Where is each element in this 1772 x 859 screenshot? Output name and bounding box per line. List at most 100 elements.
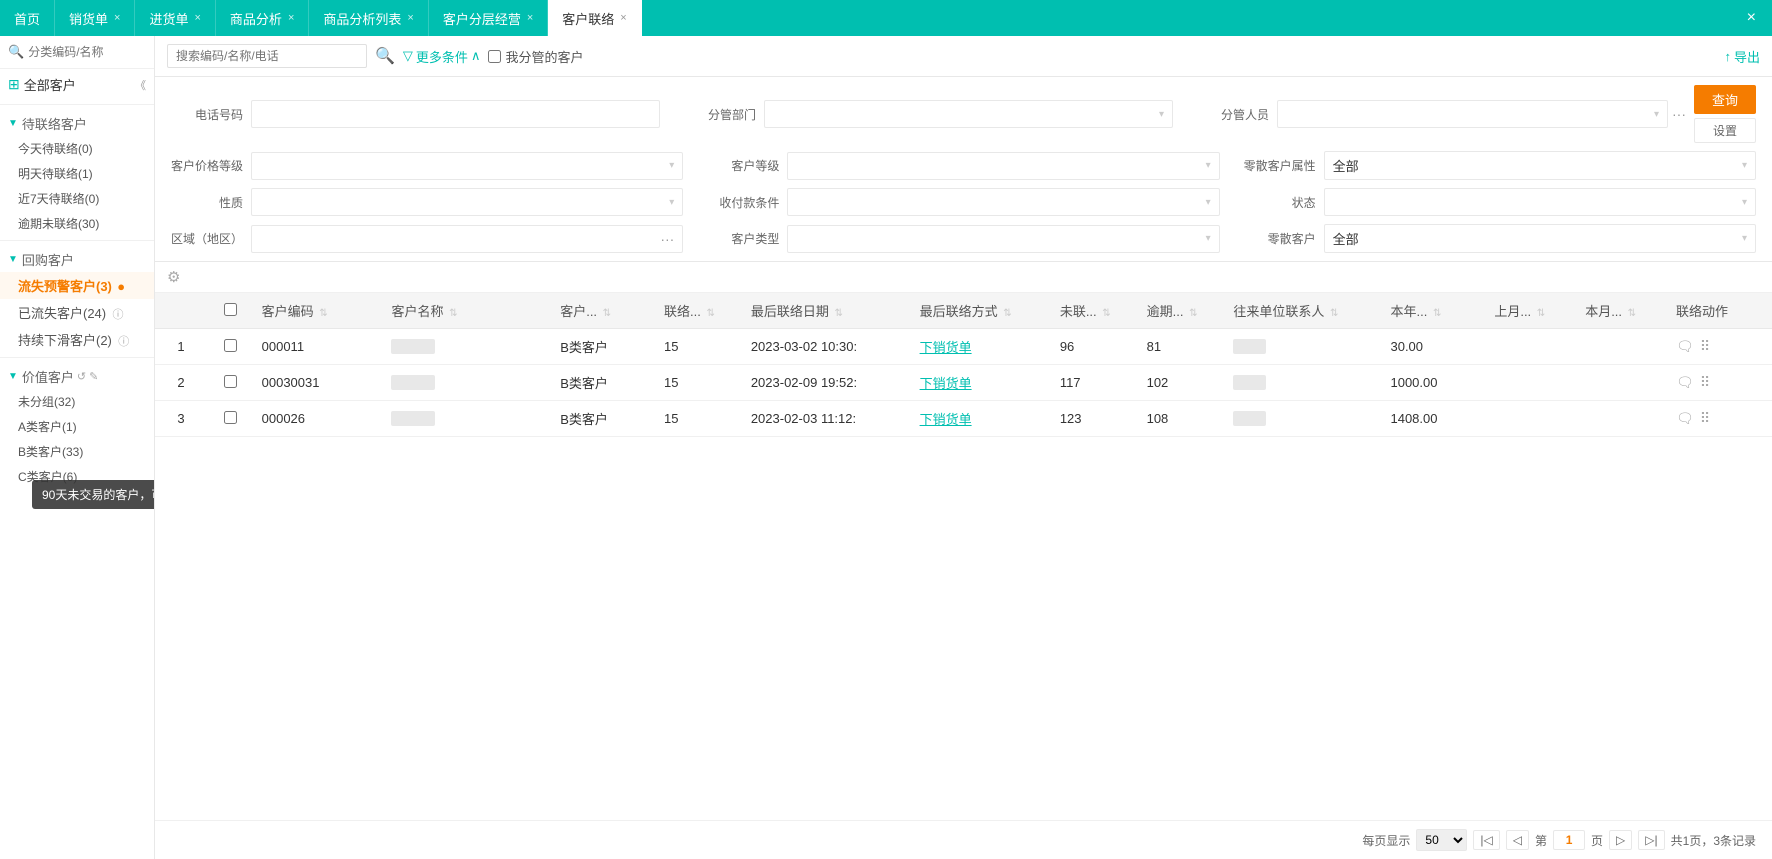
sidebar-all-customers[interactable]: ⊞ 全部客户 《 — [0, 69, 154, 100]
row-1-method-link[interactable]: 下销货单 — [920, 340, 972, 355]
col-header-last-method[interactable]: 最后联络方式 ⇅ — [912, 293, 1052, 329]
col-header-contact[interactable]: 联络... ⇅ — [656, 293, 743, 329]
tab-product-analysis-close[interactable]: × — [288, 12, 294, 24]
price-level-select[interactable]: ▾ — [251, 152, 683, 180]
row-2-more-icon[interactable]: ⠿ — [1700, 374, 1710, 391]
info-icon-churned[interactable]: ⓘ — [112, 309, 123, 321]
search-button[interactable]: 🔍 — [375, 46, 395, 66]
tab-customer-contact[interactable]: 客户联络 × — [548, 0, 641, 36]
tab-sales-close[interactable]: × — [114, 12, 120, 24]
sidebar-group-pending[interactable]: ▼ 待联络客户 — [0, 109, 154, 136]
row-1-last-method[interactable]: 下销货单 — [912, 329, 1052, 365]
query-button[interactable]: 查询 — [1694, 85, 1756, 114]
sidebar-item-today[interactable]: 今天待联络(0) — [0, 136, 154, 161]
tab-product-analysis[interactable]: 商品分析 × — [216, 0, 309, 36]
col-header-last-month[interactable]: 上月... ⇅ — [1486, 293, 1577, 329]
export-button[interactable]: ↑ 导出 — [1724, 47, 1760, 66]
region-select[interactable]: ··· — [251, 225, 683, 253]
last-page-btn[interactable]: ▷| — [1638, 830, 1664, 850]
row-3-last-method[interactable]: 下销货单 — [912, 401, 1052, 437]
sidebar-item-class-a[interactable]: A类客户(1) — [0, 414, 154, 439]
my-customers-checkbox[interactable] — [488, 50, 501, 63]
col-header-checkbox[interactable] — [207, 293, 254, 329]
table-container[interactable]: 客户编码 ⇅ 客户名称 ⇅ 客户... ⇅ 联络... — [155, 293, 1772, 820]
search-input[interactable] — [167, 44, 367, 68]
region-ellipsis[interactable]: ··· — [660, 231, 674, 247]
first-page-btn[interactable]: |◁ — [1473, 830, 1499, 850]
sidebar-item-class-b[interactable]: B类客户(33) — [0, 439, 154, 464]
dept-select[interactable]: ▾ — [764, 100, 1173, 128]
col-name-label: 客户名称 — [391, 304, 443, 319]
info-icon-declining[interactable]: ⓘ — [118, 336, 129, 348]
col-header-not-contact[interactable]: 未联... ⇅ — [1052, 293, 1139, 329]
row-1-check[interactable] — [224, 339, 237, 352]
payment-select[interactable]: ▾ — [787, 188, 1219, 216]
customer-type-select[interactable]: ▾ — [787, 225, 1219, 253]
gear-icon[interactable]: ⚙ — [167, 268, 180, 286]
tab-product-list[interactable]: 商品分析列表 × — [309, 0, 428, 36]
tab-purchase[interactable]: 进货单 × — [135, 0, 215, 36]
tab-sales[interactable]: 销货单 × — [55, 0, 135, 36]
page-input[interactable] — [1553, 830, 1585, 850]
row-2-overdue: 102 — [1139, 365, 1226, 401]
tooltip-churn: 90天未交易的客户，可能有流失风险。 — [32, 480, 155, 509]
col-header-code[interactable]: 客户编码 ⇅ — [254, 293, 384, 329]
tab-product-list-close[interactable]: × — [407, 12, 413, 24]
prev-page-btn[interactable]: ◁ — [1506, 830, 1529, 850]
sidebar-item-tomorrow[interactable]: 明天待联络(1) — [0, 161, 154, 186]
col-header-last-date[interactable]: 最后联络日期 ⇅ — [743, 293, 912, 329]
table-row: 1 000011 B类客户 15 2023-03-02 10:30: 下销货单 … — [155, 329, 1772, 365]
row-2-message-icon[interactable]: 🗨 — [1676, 374, 1694, 391]
col-header-type[interactable]: 客户... ⇅ — [552, 293, 656, 329]
setting-button[interactable]: 设置 — [1694, 118, 1756, 143]
row-1-checkbox[interactable] — [207, 329, 254, 365]
row-3-check[interactable] — [224, 411, 237, 424]
sidebar-item-overdue[interactable]: 逾期未联络(30) — [0, 211, 154, 236]
row-3-checkbox[interactable] — [207, 401, 254, 437]
sidebar-search-input[interactable] — [28, 45, 146, 59]
row-1-more-icon[interactable]: ⠿ — [1700, 338, 1710, 355]
customer-level-select[interactable]: ▾ — [787, 152, 1219, 180]
row-1-message-icon[interactable]: 🗨 — [1676, 338, 1694, 355]
phone-input[interactable] — [251, 100, 660, 128]
row-2-checkbox[interactable] — [207, 365, 254, 401]
next-page-btn[interactable]: ▷ — [1609, 830, 1632, 850]
status-select[interactable]: ▾ — [1324, 188, 1756, 216]
row-3-message-icon[interactable]: 🗨 — [1676, 410, 1694, 427]
tab-customer-contact-close[interactable]: × — [620, 12, 626, 24]
grid-icon: ⊞ — [8, 76, 20, 93]
tab-purchase-close[interactable]: × — [194, 12, 200, 24]
row-3-more-icon[interactable]: ⠿ — [1700, 410, 1710, 427]
zero-retail-select[interactable]: 全部 ▾ — [1324, 224, 1756, 253]
row-3-method-link[interactable]: 下销货单 — [920, 412, 972, 427]
col-header-this-month[interactable]: 本月... ⇅ — [1577, 293, 1668, 329]
sidebar-item-churn-warning[interactable]: 流失预警客户(3) ● — [0, 272, 154, 299]
sidebar-item-declining[interactable]: 持续下滑客户(2) ⓘ — [0, 326, 154, 353]
tab-bar-close[interactable]: × — [1731, 9, 1772, 27]
manager-select[interactable]: ▾ — [1277, 100, 1668, 128]
row-2-last-method[interactable]: 下销货单 — [912, 365, 1052, 401]
more-conditions-button[interactable]: ▽ 更多条件 ∧ — [403, 47, 481, 66]
info-icon-value[interactable]: ↺ — [77, 370, 86, 383]
select-all-checkbox[interactable] — [224, 303, 237, 316]
sidebar-group-value[interactable]: ▼ 价值客户 ↺ ✎ — [0, 362, 154, 389]
col-header-unit-contact[interactable]: 往来单位联系人 ⇅ — [1225, 293, 1382, 329]
col-header-name[interactable]: 客户名称 ⇅ — [383, 293, 552, 329]
nature-select[interactable]: ▾ — [251, 188, 683, 216]
per-page-select[interactable]: 50 100 200 — [1416, 829, 1467, 851]
manager-ellipsis[interactable]: ··· — [1672, 106, 1686, 122]
edit-icon-value[interactable]: ✎ — [89, 370, 98, 383]
my-customers-filter[interactable]: 我分管的客户 — [488, 47, 583, 66]
col-header-overdue[interactable]: 逾期... ⇅ — [1139, 293, 1226, 329]
sidebar-item-7days[interactable]: 近7天待联络(0) — [0, 186, 154, 211]
tab-home[interactable]: 首页 — [0, 0, 55, 36]
sidebar-group-repurchase[interactable]: ▼ 回购客户 — [0, 245, 154, 272]
zero-retail-attr-select[interactable]: 全部 ▾ — [1324, 151, 1756, 180]
tab-customer-mgmt-close[interactable]: × — [527, 12, 533, 24]
sidebar-item-churned[interactable]: 已流失客户(24) ⓘ — [0, 299, 154, 326]
row-2-method-link[interactable]: 下销货单 — [920, 376, 972, 391]
row-2-check[interactable] — [224, 375, 237, 388]
col-header-this-year[interactable]: 本年... ⇅ — [1382, 293, 1486, 329]
sidebar-item-ungrouped[interactable]: 未分组(32) — [0, 389, 154, 414]
tab-customer-mgmt[interactable]: 客户分层经营 × — [429, 0, 548, 36]
